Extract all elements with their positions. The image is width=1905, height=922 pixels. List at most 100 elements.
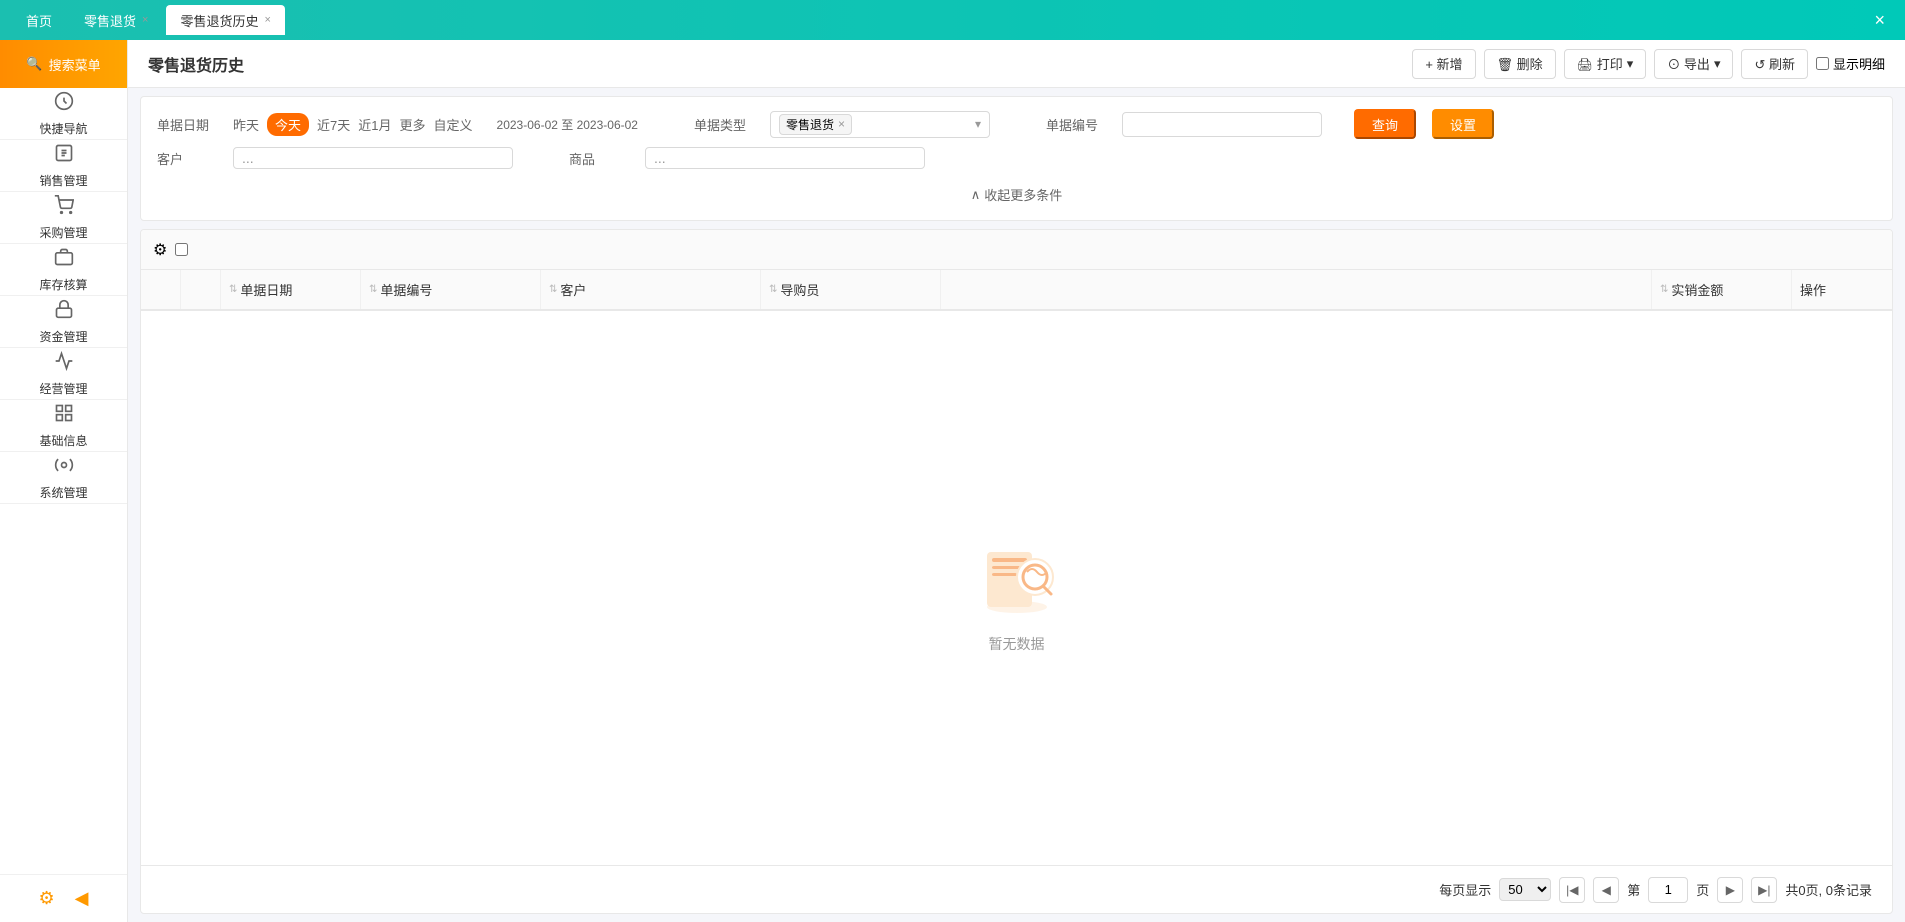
th-doc-number[interactable]: ⇅ 单据编号 xyxy=(361,270,541,309)
sidebar-search[interactable]: 🔍 搜索菜单 xyxy=(0,40,127,88)
export-button[interactable]: ⊙ 导出 ▾ xyxy=(1654,49,1733,79)
date-opt-today[interactable]: 今天 xyxy=(267,113,309,136)
basic-info-icon xyxy=(54,403,74,428)
close-tab1-icon[interactable]: × xyxy=(142,14,148,26)
sidebar-item-basic-info[interactable]: 基础信息 xyxy=(0,400,127,452)
tab-retail-return-history[interactable]: 零售退货历史 × xyxy=(166,5,284,35)
page-size-label: 每页显示 xyxy=(1439,880,1491,899)
table-container: ⚙ ⇅ 单据日期 ⇅ 单据编号 ⇅ 客户 xyxy=(140,229,1893,914)
date-options: 昨天 今天 近7天 近1月 更多 自定义 xyxy=(233,113,473,136)
date-filter-label: 单据日期 xyxy=(157,115,217,134)
select-all-checkbox[interactable] xyxy=(175,243,188,256)
th-customer[interactable]: ⇅ 客户 xyxy=(541,270,761,309)
filter-row-2: 客户 ... 商品 ... xyxy=(157,147,1876,169)
th-amount[interactable]: ⇅ 实销金额 xyxy=(1652,270,1792,309)
page-size-select[interactable]: 50 20 100 200 xyxy=(1499,878,1551,901)
customer-ellipsis: ... xyxy=(242,150,254,166)
table-toolbar: ⚙ xyxy=(141,230,1892,270)
header-actions: + 新增 🗑 删除 🖨 打印 ▾ ⊙ 导出 ▾ ↺ 刷新 显示明细 xyxy=(1412,49,1885,79)
sort-doc-icon: ⇅ xyxy=(369,284,377,295)
sidebar-item-sales-mgmt[interactable]: 销售管理 xyxy=(0,140,127,192)
table-settings-icon[interactable]: ⚙ xyxy=(153,240,167,260)
customer-select[interactable]: ... xyxy=(233,147,513,169)
goods-ellipsis: ... xyxy=(654,150,666,166)
th-checkbox xyxy=(181,270,221,309)
page-word: 第 xyxy=(1627,880,1640,899)
th-guide[interactable]: ⇅ 导购员 xyxy=(761,270,941,309)
doc-type-tag: 零售退货 × xyxy=(779,114,852,135)
filter-row-1: 单据日期 昨天 今天 近7天 近1月 更多 自定义 2023-06-02 至 2… xyxy=(157,109,1876,139)
goods-label: 商品 xyxy=(569,149,629,168)
doc-number-input[interactable] xyxy=(1122,112,1322,137)
prev-page-button[interactable]: ◀ xyxy=(1593,877,1619,903)
sidebar-bottom: ⚙ ◀ xyxy=(0,874,127,922)
date-opt-7days[interactable]: 近7天 xyxy=(317,115,350,134)
empty-state: 暂无数据 xyxy=(141,311,1892,865)
purchase-icon xyxy=(54,195,74,220)
next-page-button[interactable]: ▶ xyxy=(1717,877,1743,903)
finance-icon xyxy=(54,299,74,324)
main-layout: 🔍 搜索菜单 快捷导航 销售管理 采购管理 库存核算 xyxy=(0,40,1905,922)
sidebar-item-inventory[interactable]: 库存核算 xyxy=(0,244,127,296)
add-button[interactable]: + 新增 xyxy=(1412,49,1475,79)
doc-type-select[interactable]: 零售退货 × ▾ xyxy=(770,111,990,138)
collapse-icon: ∧ xyxy=(971,187,981,203)
sidebar: 🔍 搜索菜单 快捷导航 销售管理 采购管理 库存核算 xyxy=(0,40,128,922)
sidebar-item-operations[interactable]: 经营管理 xyxy=(0,348,127,400)
th-spacer xyxy=(941,270,1652,309)
doc-type-arrow-icon: ▾ xyxy=(975,117,981,131)
th-doc-date[interactable]: ⇅ 单据日期 xyxy=(221,270,361,309)
home-tab[interactable]: 首页 xyxy=(12,5,66,35)
first-page-button[interactable]: |◀ xyxy=(1559,877,1585,903)
customer-label: 客户 xyxy=(157,149,217,168)
last-page-button[interactable]: ▶| xyxy=(1751,877,1777,903)
refresh-button[interactable]: ↺ 刷新 xyxy=(1741,49,1808,79)
page-header: 零售退货历史 + 新增 🗑 删除 🖨 打印 ▾ ⊙ 导出 ▾ ↺ 刷新 显示明细 xyxy=(128,40,1905,88)
doc-type-tag-close[interactable]: × xyxy=(838,117,845,131)
th-settings xyxy=(141,270,181,309)
settings-bottom-icon[interactable]: ⚙ xyxy=(39,888,55,909)
sidebar-item-quick-nav[interactable]: 快捷导航 xyxy=(0,88,127,140)
close-tab2-icon[interactable]: × xyxy=(264,14,270,26)
date-opt-1month[interactable]: 近1月 xyxy=(358,115,391,134)
content-area: 零售退货历史 + 新增 🗑 删除 🖨 打印 ▾ ⊙ 导出 ▾ ↺ 刷新 显示明细 xyxy=(128,40,1905,922)
collapse-button[interactable]: ∧ 收起更多条件 xyxy=(959,181,1075,208)
table-header: ⇅ 单据日期 ⇅ 单据编号 ⇅ 客户 ⇅ 导购员 ⇅ 实销 xyxy=(141,270,1892,311)
page-number-input[interactable] xyxy=(1648,877,1688,903)
collapse-sidebar-icon[interactable]: ◀ xyxy=(75,888,89,909)
sort-guide-icon: ⇅ xyxy=(769,284,777,295)
goods-select[interactable]: ... xyxy=(645,147,925,169)
doc-type-label: 单据类型 xyxy=(694,115,754,134)
settings-button[interactable]: 设置 xyxy=(1432,109,1494,139)
quick-nav-icon xyxy=(54,91,74,116)
page-title: 零售退货历史 xyxy=(148,52,1412,76)
search-icon: 🔍 xyxy=(26,56,42,72)
sort-customer-icon: ⇅ xyxy=(549,284,557,295)
print-button[interactable]: 🖨 打印 ▾ xyxy=(1564,49,1647,79)
total-text: 共0页, 0条记录 xyxy=(1785,880,1872,899)
sidebar-item-finance[interactable]: 资金管理 xyxy=(0,296,127,348)
sort-amount-icon: ⇅ xyxy=(1660,284,1668,295)
export-dropdown-icon: ▾ xyxy=(1714,56,1721,72)
query-button[interactable]: 查询 xyxy=(1354,109,1416,139)
sidebar-item-system-mgmt[interactable]: 系统管理 xyxy=(0,452,127,504)
system-icon xyxy=(54,455,74,480)
inventory-icon xyxy=(54,247,74,272)
tab-retail-return[interactable]: 零售退货 × xyxy=(70,5,162,35)
sort-asc-icon: ⇅ xyxy=(229,284,237,295)
page-unit: 页 xyxy=(1696,880,1709,899)
show-detail-input[interactable] xyxy=(1816,57,1829,70)
window-close-button[interactable]: × xyxy=(1866,10,1893,31)
print-dropdown-icon: ▾ xyxy=(1627,56,1634,72)
date-opt-yesterday[interactable]: 昨天 xyxy=(233,115,259,134)
sidebar-item-purchase-mgmt[interactable]: 采购管理 xyxy=(0,192,127,244)
sales-icon xyxy=(54,143,74,168)
delete-button[interactable]: 🗑 删除 xyxy=(1484,49,1556,79)
date-opt-more[interactable]: 更多 xyxy=(400,115,426,134)
show-detail-checkbox[interactable]: 显示明细 xyxy=(1816,54,1885,73)
date-opt-custom[interactable]: 自定义 xyxy=(434,115,473,134)
top-bar: 首页 零售退货 × 零售退货历史 × × xyxy=(0,0,1905,40)
th-actions: 操作 xyxy=(1792,270,1892,309)
doc-number-label: 单据编号 xyxy=(1046,115,1106,134)
operations-icon xyxy=(54,351,74,376)
